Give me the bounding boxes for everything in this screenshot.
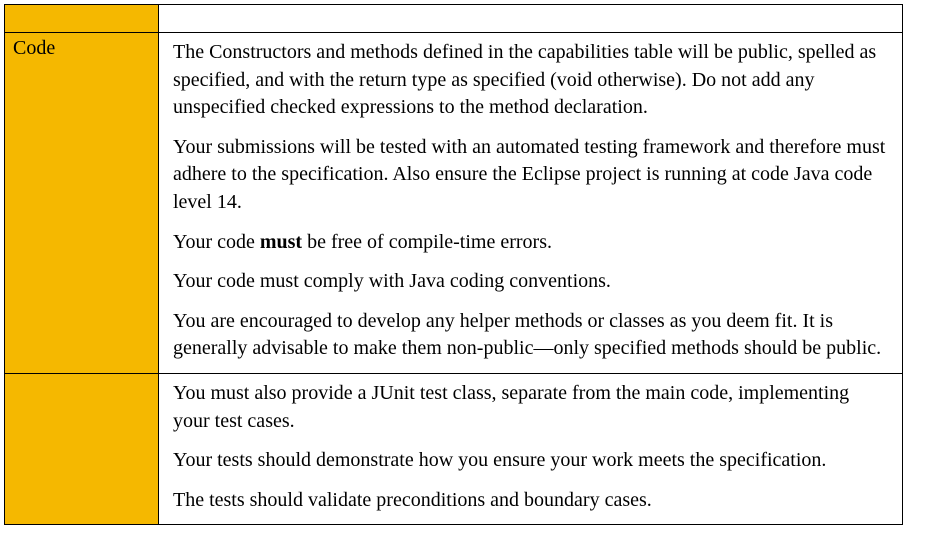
paragraph: The Constructors and methods defined in … [173, 39, 886, 122]
bold-text: must [260, 231, 302, 253]
paragraph: You must also provide a JUnit test class… [173, 380, 886, 435]
table-row [5, 5, 903, 33]
paragraph: Your submissions will be tested with an … [173, 134, 886, 217]
row-label [5, 374, 158, 382]
text-span: be free of compile-time errors. [302, 231, 552, 253]
paragraph: The tests should validate preconditions … [173, 487, 886, 515]
text-span: Your code [173, 231, 260, 253]
content-cell-tests: You must also provide a JUnit test class… [159, 373, 903, 524]
table-row: Code The Constructors and methods define… [5, 33, 903, 374]
document-wrap: Code The Constructors and methods define… [0, 0, 933, 529]
label-cell-code: Code [5, 33, 159, 374]
row-label: Code [5, 33, 158, 64]
paragraph: Your code must be free of compile-time e… [173, 229, 886, 257]
content-cell-code: The Constructors and methods defined in … [159, 33, 903, 374]
requirements-table: Code The Constructors and methods define… [4, 4, 903, 525]
label-cell-empty [5, 5, 159, 33]
table-row: You must also provide a JUnit test class… [5, 373, 903, 524]
paragraph: Your code must comply with Java coding c… [173, 268, 886, 296]
paragraph: You are encouraged to develop any helper… [173, 308, 886, 363]
content-cell-empty [159, 5, 903, 33]
label-cell-tests [5, 373, 159, 524]
paragraph: Your tests should demonstrate how you en… [173, 447, 886, 475]
